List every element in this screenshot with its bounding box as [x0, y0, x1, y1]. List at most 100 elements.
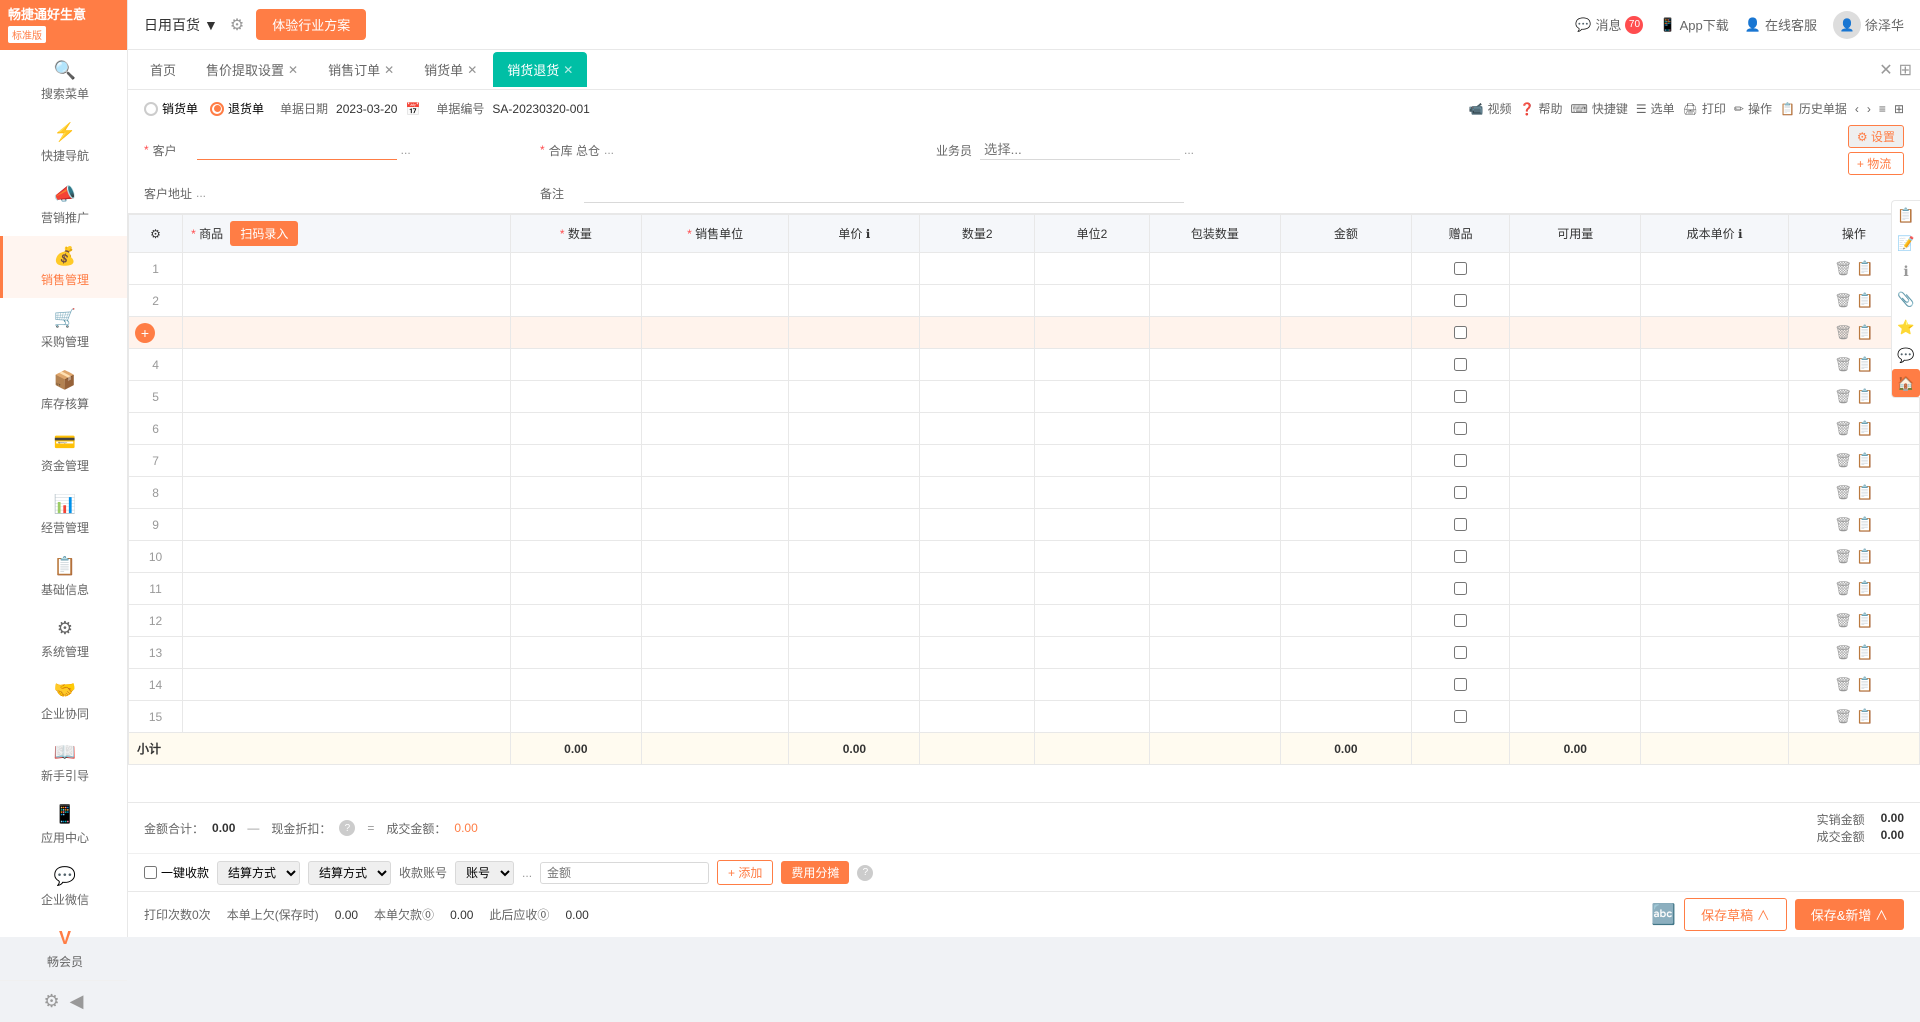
gift-checkbox[interactable] — [1454, 294, 1467, 307]
cost-price-cell[interactable] — [1641, 285, 1788, 317]
gift-checkbox[interactable] — [1454, 614, 1467, 627]
gift-cell[interactable] — [1411, 285, 1509, 317]
sidebar-item-operation[interactable]: 📊 经营管理 — [0, 484, 127, 546]
radio-sales[interactable]: 销货单 — [144, 100, 198, 117]
qty-cell[interactable] — [510, 253, 641, 285]
side-tool-2[interactable]: 📝 — [1892, 229, 1920, 257]
settings-button[interactable]: ⚙ 设置 — [1848, 125, 1904, 148]
gift-cell-active[interactable] — [1411, 317, 1509, 349]
message-button[interactable]: 💬 消息 70 — [1575, 15, 1643, 34]
qty2-cell[interactable] — [920, 253, 1035, 285]
cost-price-cell-active[interactable] — [1641, 317, 1788, 349]
gift-cell[interactable] — [1411, 253, 1509, 285]
calc-method-select2[interactable]: 结算方式 — [308, 861, 391, 885]
help-btn[interactable]: ❓ 帮助 — [1520, 100, 1563, 117]
sidebar-item-wechat[interactable]: 💬 企业微信 — [0, 856, 127, 918]
sidebar-item-purchase[interactable]: 🛒 采购管理 — [0, 298, 127, 360]
unit2-cell-active[interactable] — [1035, 317, 1150, 349]
available-cell[interactable] — [1510, 253, 1641, 285]
sidebar-item-member[interactable]: V 畅会员 — [0, 918, 127, 980]
amount-cell[interactable] — [1280, 253, 1411, 285]
cost-split-button[interactable]: 费用分摊 — [781, 861, 849, 884]
copy-row-button[interactable]: 📋 — [1854, 546, 1875, 567]
amount-input[interactable] — [540, 862, 709, 884]
qty-cell-active[interactable] — [510, 317, 641, 349]
delete-row-button[interactable]: 🗑 — [1832, 578, 1854, 599]
settings-bottom-icon[interactable]: ⚙ — [44, 991, 60, 1012]
side-tool-1[interactable]: 📋 — [1892, 201, 1920, 229]
add-row-cell[interactable]: + — [129, 317, 183, 349]
quick-pay-input[interactable] — [144, 866, 157, 879]
tab-sales[interactable]: 销货单 ✕ — [410, 52, 491, 87]
app-download-button[interactable]: 📱 App下载 — [1659, 15, 1728, 34]
tab-price-close[interactable]: ✕ — [288, 63, 298, 77]
col-gear[interactable]: ⚙ — [129, 215, 183, 253]
side-tool-6[interactable]: 💬 — [1892, 341, 1920, 369]
price-cell[interactable] — [789, 253, 920, 285]
delete-row-button[interactable]: 🗑 — [1832, 354, 1854, 375]
calendar-icon[interactable]: 📅 — [405, 102, 420, 116]
sidebar-item-marketing[interactable]: 📣 营销推广 — [0, 174, 127, 236]
gift-checkbox[interactable] — [1454, 358, 1467, 371]
tab-return-close[interactable]: ✕ — [563, 63, 573, 77]
delete-row-button[interactable]: 🗑 — [1832, 610, 1854, 631]
sidebar-item-finance[interactable]: 💳 资金管理 — [0, 422, 127, 484]
prev-btn[interactable]: ‹ — [1855, 102, 1859, 116]
gift-checkbox[interactable] — [1454, 678, 1467, 691]
discount-help-icon[interactable]: ? — [339, 820, 355, 836]
account-dots[interactable]: ... — [522, 866, 532, 880]
close-tab-button[interactable]: ✕ — [1879, 60, 1892, 80]
copy-row-button[interactable]: 📋 — [1854, 290, 1875, 311]
gift-checkbox[interactable] — [1454, 550, 1467, 563]
copy-row-button[interactable]: 📋 — [1854, 258, 1875, 279]
qty-cell[interactable] — [510, 285, 641, 317]
tab-price[interactable]: 售价提取设置 ✕ — [192, 52, 312, 87]
delete-row-button[interactable]: 🗑 — [1832, 386, 1854, 407]
copy-row-button[interactable]: 📋 — [1854, 514, 1875, 535]
amount-cell[interactable] — [1280, 285, 1411, 317]
trial-button[interactable]: 体验行业方案 — [256, 9, 366, 40]
history-btn[interactable]: 📋 历史单据 — [1780, 100, 1847, 117]
warehouse-dots[interactable]: ... — [604, 143, 614, 157]
user-profile[interactable]: 👤 徐泽华 — [1833, 11, 1904, 39]
delete-row-button[interactable]: 🗑 — [1832, 674, 1854, 695]
add-payment-button[interactable]: + 添加 — [717, 860, 773, 885]
side-tool-5[interactable]: ⭐ — [1892, 313, 1920, 341]
product-input-active[interactable] — [189, 323, 504, 342]
gift-checkbox[interactable] — [1454, 710, 1467, 723]
available-cell[interactable] — [1510, 285, 1641, 317]
logistics-button[interactable]: + 物流 — [1848, 152, 1904, 175]
sales-unit-cell[interactable] — [641, 285, 788, 317]
shortcut-btn[interactable]: ⌨ 快捷键 — [1571, 100, 1628, 117]
copy-row-button[interactable]: 📋 — [1854, 642, 1875, 663]
delete-row-button[interactable]: 🗑 — [1832, 418, 1854, 439]
maximize-button[interactable]: ⊞ — [1899, 60, 1912, 80]
delete-row-button[interactable]: 🗑 — [1832, 322, 1854, 343]
copy-row-button[interactable]: 📋 — [1854, 322, 1875, 343]
gift-checkbox[interactable] — [1454, 486, 1467, 499]
list-view-btn[interactable]: ≡ — [1879, 102, 1886, 116]
remark-input[interactable] — [584, 183, 1184, 203]
tab-sales-close[interactable]: ✕ — [467, 63, 477, 77]
customer-input[interactable] — [197, 140, 397, 160]
amount-cell-active[interactable] — [1280, 317, 1411, 349]
sidebar-item-guide[interactable]: 📖 新手引导 — [0, 732, 127, 794]
delete-row-button[interactable]: 🗑 — [1832, 514, 1854, 535]
save-draft-button[interactable]: 保存草稿 ∧ — [1684, 898, 1787, 931]
gift-checkbox[interactable] — [1454, 582, 1467, 595]
tab-order-close[interactable]: ✕ — [384, 63, 394, 77]
delete-row-button[interactable]: 🗑 — [1832, 290, 1854, 311]
grid-view-btn[interactable]: ⊞ — [1894, 102, 1904, 116]
staff-input[interactable] — [980, 140, 1180, 160]
quick-pay-checkbox[interactable]: 一键收款 — [144, 864, 209, 881]
copy-row-button[interactable]: 📋 — [1854, 610, 1875, 631]
price-cell[interactable] — [789, 285, 920, 317]
delete-row-button[interactable]: 🗑 — [1832, 546, 1854, 567]
copy-row-button[interactable]: 📋 — [1854, 674, 1875, 695]
sales-unit-cell[interactable] — [641, 253, 788, 285]
gift-checkbox[interactable] — [1454, 262, 1467, 275]
copy-row-button[interactable]: 📋 — [1854, 386, 1875, 407]
pack-qty-cell-active[interactable] — [1149, 317, 1280, 349]
print-btn[interactable]: 🖨 打印 — [1683, 100, 1726, 117]
fenyong-help-icon[interactable]: ? — [857, 865, 873, 881]
